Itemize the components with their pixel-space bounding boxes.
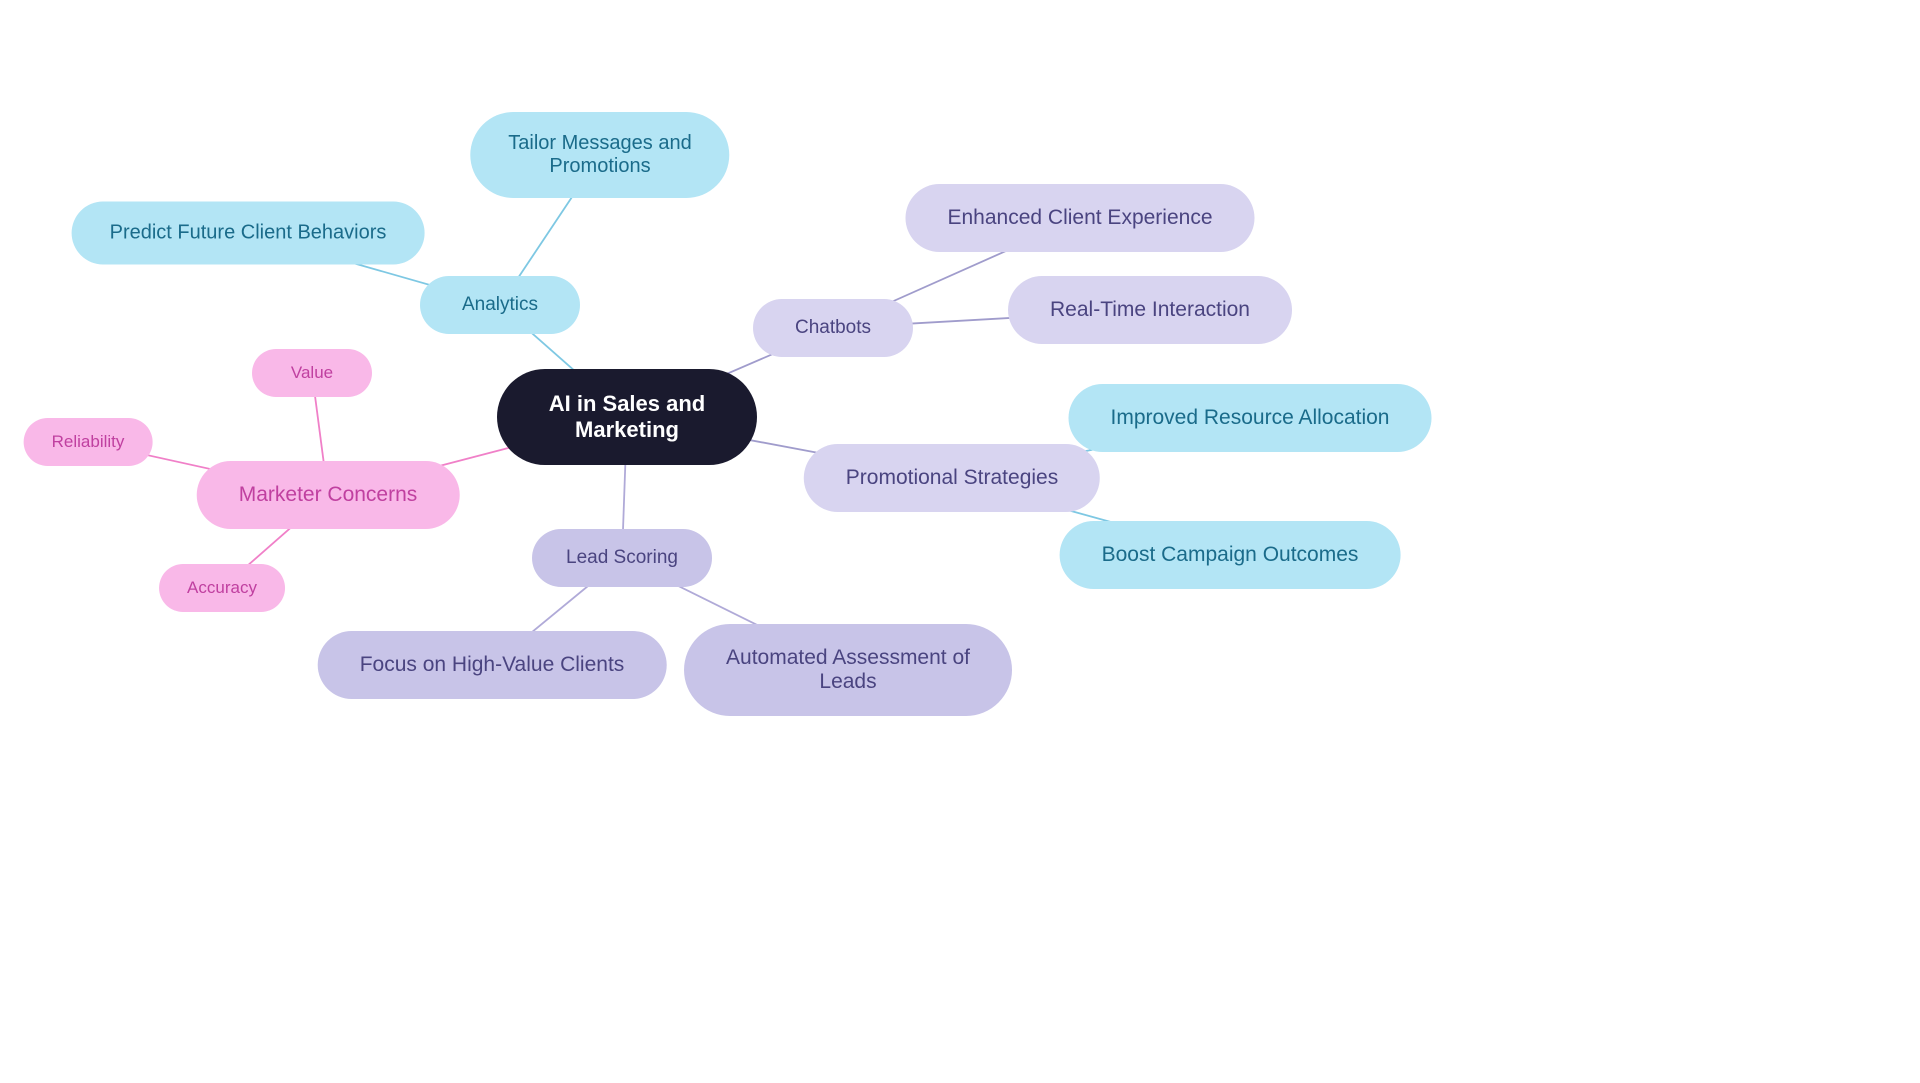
mindmap-container: AI in Sales and Marketing Analytics Tailor… [0,0,1920,1083]
node-promotional[interactable]: Promotional Strategies [804,444,1100,512]
center-node[interactable]: AI in Sales and Marketing [497,369,757,465]
node-analytics[interactable]: Analytics [420,276,580,334]
node-boost[interactable]: Boost Campaign Outcomes [1060,521,1401,589]
node-leadscoring[interactable]: Lead Scoring [532,529,712,587]
node-predict[interactable]: Predict Future Client Behaviors [72,202,425,265]
node-accuracy[interactable]: Accuracy [159,564,285,612]
node-improved[interactable]: Improved Resource Allocation [1069,384,1432,452]
node-marketer[interactable]: Marketer Concerns [197,461,460,529]
node-value[interactable]: Value [252,349,372,397]
node-chatbots[interactable]: Chatbots [753,299,913,357]
node-focus[interactable]: Focus on High-Value Clients [318,631,667,699]
node-realtime[interactable]: Real-Time Interaction [1008,276,1292,344]
node-reliability[interactable]: Reliability [24,418,153,466]
connection-lines [0,0,1920,1083]
node-automated[interactable]: Automated Assessment ofLeads [684,624,1012,716]
node-enhanced[interactable]: Enhanced Client Experience [905,184,1254,252]
node-tailor[interactable]: Tailor Messages andPromotions [470,112,729,198]
